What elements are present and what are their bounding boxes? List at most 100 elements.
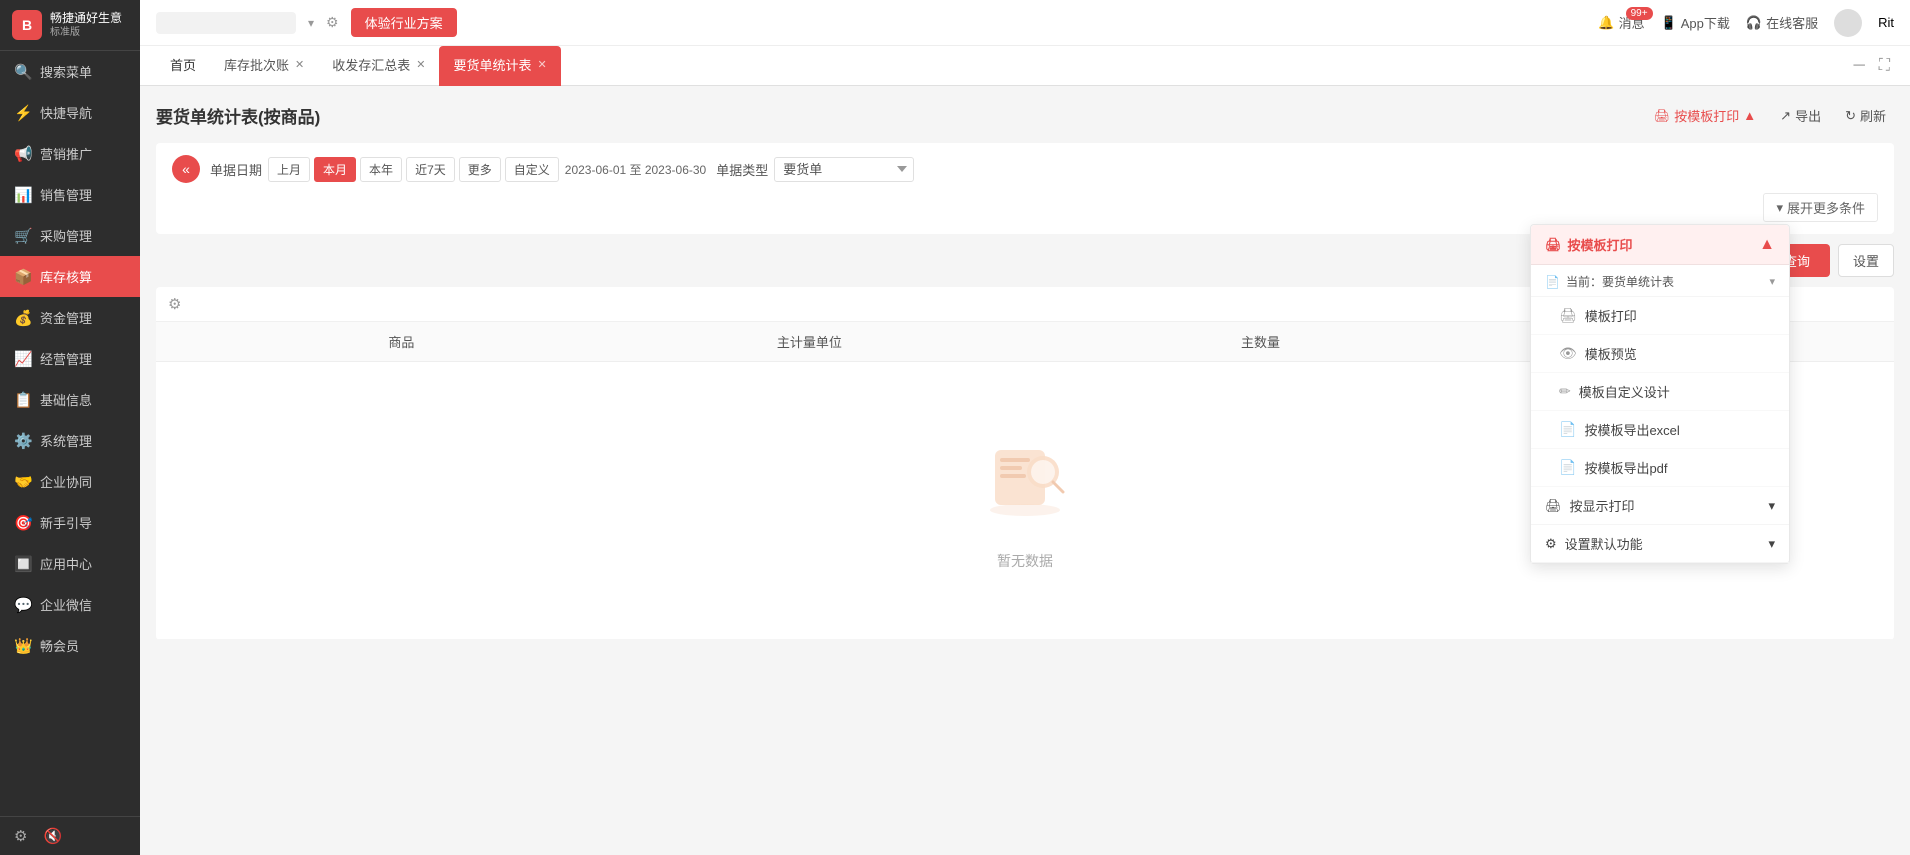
- dropdown-item-template-custom[interactable]: ✏ 模板自定义设计: [1531, 373, 1789, 411]
- settings-button[interactable]: 设置: [1838, 244, 1894, 277]
- box-icon: 📦: [14, 268, 32, 286]
- sidebar-item-label: 采购管理: [40, 226, 92, 245]
- current-template-text: 当前：要货单统计表: [1566, 273, 1674, 290]
- filter-bar: « 单据日期 上月 本月 本年 近7天 更多 自定义 2023-06-01 至 …: [156, 143, 1894, 234]
- template-print-label: 按模板打印: [1674, 106, 1739, 125]
- export-button[interactable]: ↗ 导出: [1772, 102, 1829, 129]
- tab-minimize-icon[interactable]: ─: [1849, 57, 1868, 75]
- date-btn-this-month[interactable]: 本月: [314, 157, 356, 182]
- page-title: 要货单统计表(按商品): [156, 103, 320, 128]
- sidebar-item-label: 基础信息: [40, 390, 92, 409]
- refresh-button[interactable]: ↻ 刷新: [1837, 102, 1894, 129]
- tabs-bar: 首页 库存批次账 ✕ 收发存汇总表 ✕ 要货单统计表 ✕ ─ ⛶: [140, 46, 1910, 86]
- tab-order-stat-label: 要货单统计表: [453, 55, 531, 74]
- sidebar-item-newbie[interactable]: 🎯 新手引导: [0, 502, 140, 543]
- money-icon: 💰: [14, 309, 32, 327]
- sidebar-item-sales[interactable]: 📊 销售管理: [0, 174, 140, 215]
- sidebar-item-wxwork[interactable]: 💬 企业微信: [0, 584, 140, 625]
- sidebar-item-collab[interactable]: 🤝 企业协同: [0, 461, 140, 502]
- headset-icon: 🎧: [1746, 15, 1762, 31]
- expand-filter-icon: ▾: [1776, 200, 1783, 216]
- filter-row2: ▾ 展开更多条件: [172, 193, 1878, 222]
- table-settings-icon[interactable]: ⚙: [168, 295, 181, 313]
- search-input[interactable]: [156, 12, 296, 34]
- template-print-item-icon: 🖨: [1559, 307, 1577, 324]
- sidebar-item-inventory[interactable]: 📦 库存核算: [0, 256, 140, 297]
- megaphone-icon: 📢: [14, 145, 32, 163]
- display-print-icon: 🖨: [1545, 498, 1562, 514]
- sidebar-item-marketing[interactable]: 📢 营销推广: [0, 133, 140, 174]
- sidebar-item-label: 新手引导: [40, 513, 92, 532]
- sidebar-item-search[interactable]: 🔍 搜索菜单: [0, 51, 140, 92]
- sidebar-item-quicknav[interactable]: ⚡ 快捷导航: [0, 92, 140, 133]
- sidebar-item-purchase[interactable]: 🛒 采购管理: [0, 215, 140, 256]
- display-print-label: 按显示打印: [1570, 496, 1635, 515]
- date-btn-custom[interactable]: 自定义: [505, 157, 559, 182]
- tab-order-stat-close[interactable]: ✕: [538, 58, 547, 71]
- sidebar-item-apps[interactable]: 🔲 应用中心: [0, 543, 140, 584]
- search-chevron-icon[interactable]: ▾: [308, 16, 314, 30]
- tab-batch-close[interactable]: ✕: [295, 58, 304, 71]
- dropdown-title: 🖨 按模板打印: [1545, 235, 1633, 254]
- date-btn-this-year[interactable]: 本年: [360, 157, 402, 182]
- gear-icon: ⚙️: [14, 432, 32, 450]
- date-btn-last-month[interactable]: 上月: [268, 157, 310, 182]
- search-icon: 🔍: [14, 63, 32, 81]
- mute-icon[interactable]: 🔇: [43, 827, 62, 845]
- sidebar-item-label: 畅会员: [40, 636, 79, 655]
- username-label: Rit: [1878, 15, 1894, 30]
- expand-filter-button[interactable]: ▾ 展开更多条件: [1763, 193, 1878, 222]
- date-label: 单据日期: [210, 160, 262, 179]
- dropdown-section-display-print[interactable]: 🖨 按显示打印 ▾: [1531, 487, 1789, 525]
- sidebar-item-label: 快捷导航: [40, 103, 92, 122]
- dropdown-section-default-func[interactable]: ⚙ 设置默认功能 ▾: [1531, 525, 1789, 563]
- settings-bottom-icon[interactable]: ⚙: [14, 827, 27, 845]
- messages-btn[interactable]: 🔔 消息 99+: [1598, 13, 1644, 32]
- col-product: 商品: [262, 322, 541, 362]
- tab-batch[interactable]: 库存批次账 ✕: [210, 46, 318, 86]
- default-func-icon: ⚙: [1545, 536, 1557, 552]
- sidebar-item-system[interactable]: ⚙️ 系统管理: [0, 420, 140, 461]
- page-header: 要货单统计表(按商品) 🖨 按模板打印 ▲ ↗ 导出 ↻ 刷新: [156, 102, 1894, 129]
- sidebar-item-basic[interactable]: 📋 基础信息: [0, 379, 140, 420]
- default-func-chevron: ▾: [1768, 536, 1775, 552]
- refresh-label: 刷新: [1860, 106, 1886, 125]
- dropdown-sub-chevron[interactable]: ▾: [1769, 275, 1775, 288]
- dropdown-close-icon[interactable]: ▲: [1759, 236, 1775, 254]
- sidebar-item-operations[interactable]: 📈 经营管理: [0, 338, 140, 379]
- sidebar-item-label: 经营管理: [40, 349, 92, 368]
- display-print-left: 🖨 按显示打印: [1545, 496, 1635, 515]
- date-btn-7days[interactable]: 近7天: [406, 157, 455, 182]
- tab-order-stat[interactable]: 要货单统计表 ✕: [439, 46, 560, 86]
- tab-expand-icon[interactable]: ⛶: [1875, 57, 1894, 75]
- printer-icon: 🖨: [1654, 108, 1671, 124]
- sidebar-item-label: 资金管理: [40, 308, 92, 327]
- date-btn-more[interactable]: 更多: [459, 157, 501, 182]
- refresh-icon: ↻: [1845, 108, 1856, 124]
- filter-toggle-btn[interactable]: «: [172, 155, 200, 183]
- sidebar-item-label: 库存核算: [40, 267, 92, 286]
- sidebar-item-vip[interactable]: 👑 畅会员: [0, 625, 140, 666]
- tabs-window-controls: ─ ⛶: [1849, 57, 1894, 75]
- empty-illustration: [975, 430, 1075, 539]
- topbar-gear-icon[interactable]: ⚙: [326, 14, 339, 31]
- dropdown-item-template-excel-label: 按模板导出excel: [1584, 420, 1679, 439]
- target-icon: 🎯: [14, 514, 32, 532]
- template-print-button[interactable]: 🖨 按模板打印 ▲: [1646, 102, 1764, 129]
- sidebar-item-finance[interactable]: 💰 资金管理: [0, 297, 140, 338]
- online-service-btn[interactable]: 🎧 在线客服: [1746, 13, 1818, 32]
- dropdown-item-template-pdf[interactable]: 📄 按模板导出pdf: [1531, 449, 1789, 487]
- dropdown-item-template-excel[interactable]: 📄 按模板导出excel: [1531, 411, 1789, 449]
- tab-receipt[interactable]: 收发存汇总表 ✕: [318, 46, 439, 86]
- app-download-btn[interactable]: 📱 App下载: [1661, 13, 1730, 32]
- avatar[interactable]: [1834, 9, 1862, 37]
- cta-button[interactable]: 体验行业方案: [351, 8, 457, 37]
- dropdown-item-template-print[interactable]: 🖨 模板打印: [1531, 297, 1789, 335]
- tab-receipt-close[interactable]: ✕: [416, 58, 425, 71]
- logo-area: B 畅捷通好生意 标准版: [0, 0, 140, 51]
- dropdown-item-template-preview[interactable]: 👁 模板预览: [1531, 335, 1789, 373]
- tab-home[interactable]: 首页: [156, 46, 210, 86]
- dropdown-title-text: 按模板打印: [1568, 235, 1633, 254]
- doc-type-select[interactable]: 要货单: [774, 157, 914, 182]
- sidebar-item-label: 企业协同: [40, 472, 92, 491]
